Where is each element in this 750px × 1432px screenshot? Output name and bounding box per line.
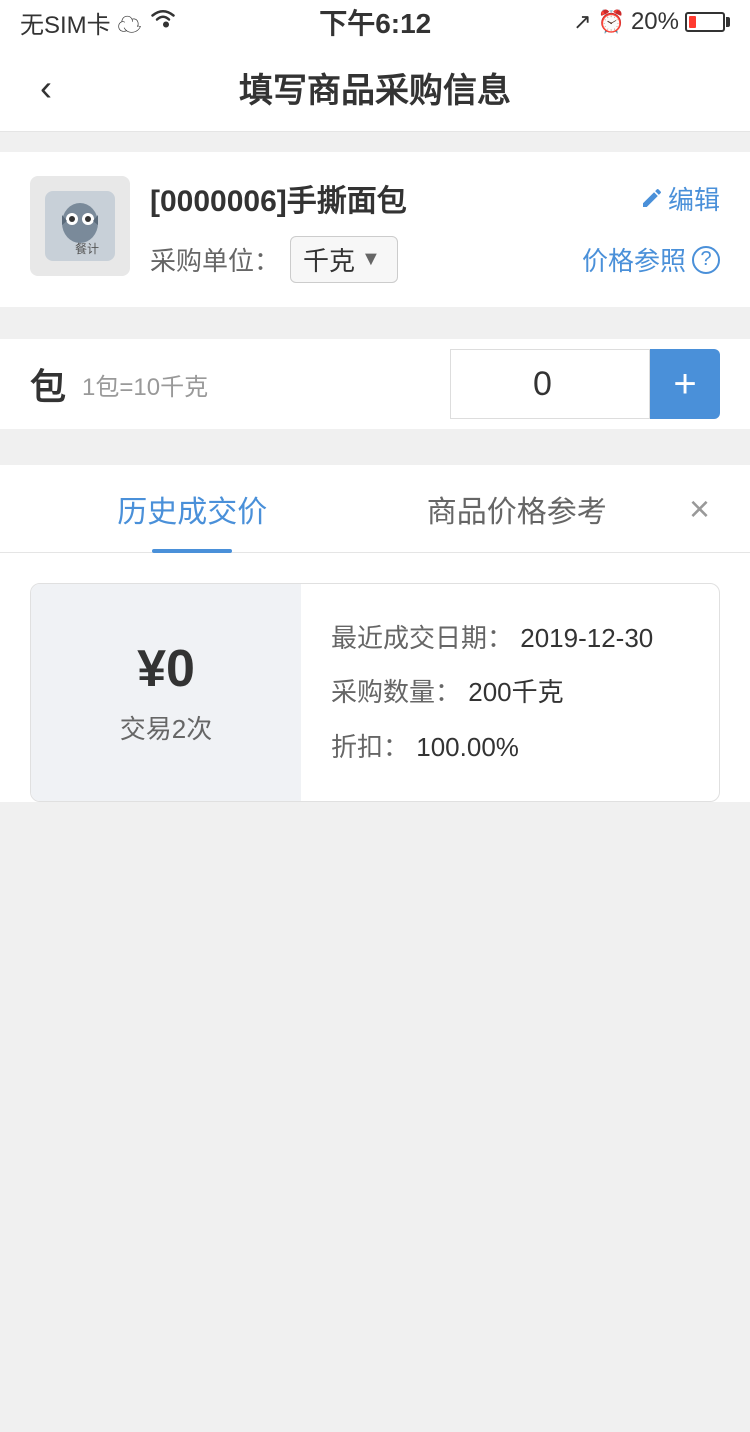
help-circle-icon: ? — [692, 246, 720, 274]
bottom-space — [0, 832, 750, 1432]
status-left: 无SIM卡 ☁ — [20, 5, 177, 40]
purchase-unit-row: 采购单位： 千克 ▼ 价格参照 ? — [150, 236, 720, 283]
section-divider — [0, 307, 750, 323]
transaction-count: 交易2次 — [120, 709, 212, 746]
tabs-section: 历史成交价 商品价格参考 × ¥0 交易2次 最近成交日期： 2019-12-3… — [0, 465, 750, 802]
battery-percent: 20% — [631, 8, 679, 36]
recent-date-label: 最近成交日期： — [331, 623, 513, 653]
unit-big-label: 包 — [30, 358, 66, 410]
discount-label: 折扣： — [331, 732, 409, 762]
discount-row: 折扣： 100.00% — [331, 729, 689, 765]
discount-value: 100.00% — [416, 732, 519, 762]
price-reference-button[interactable]: 价格参照 ? — [582, 241, 720, 278]
status-bar: 无SIM卡 ☁ 下午6:12 ↗ ⏰ 20% — [0, 0, 750, 44]
transaction-left-panel: ¥0 交易2次 — [31, 584, 301, 801]
quantity-input-group[interactable]: + — [450, 349, 720, 419]
time-display: 下午6:12 — [319, 2, 431, 42]
section-divider-2 — [0, 429, 750, 445]
quantity-plus-button[interactable]: + — [650, 349, 720, 419]
product-name: [0000006]手撕面包 — [150, 176, 407, 220]
unit-dropdown[interactable]: 千克 ▼ — [290, 236, 398, 283]
edit-icon — [640, 186, 664, 210]
quantity-section: 包 1包=10千克 + — [0, 339, 750, 429]
edit-button[interactable]: 编辑 — [640, 180, 720, 217]
tab-history-price[interactable]: 历史成交价 — [30, 465, 354, 553]
tabs-header: 历史成交价 商品价格参考 × — [0, 465, 750, 553]
battery-icon — [685, 12, 730, 32]
product-card: 餐计 [0000006]手撕面包 编辑 采购单位： 千克 — [0, 152, 750, 307]
unit-selector-group: 采购单位： 千克 ▼ — [150, 236, 398, 283]
carrier-label: 无SIM卡 ☁ — [20, 5, 141, 40]
quantity-label-group: 包 1包=10千克 — [30, 358, 208, 410]
purchase-unit-label: 采购单位： — [150, 241, 280, 278]
purchase-qty-label: 采购数量： — [331, 677, 461, 707]
purchase-qty-value: 200千克 — [468, 677, 563, 707]
transaction-price: ¥0 — [137, 639, 195, 699]
product-info: [0000006]手撕面包 编辑 采购单位： 千克 ▼ — [150, 176, 720, 283]
purchase-qty-row: 采购数量： 200千克 — [331, 674, 689, 710]
tab-close-button[interactable]: × — [679, 478, 720, 540]
tab-product-price-ref[interactable]: 商品价格参考 — [354, 465, 678, 553]
location-icon: ↗ — [573, 9, 591, 35]
unit-sub-label: 1包=10千克 — [82, 367, 208, 402]
product-title-row: [0000006]手撕面包 编辑 — [150, 176, 720, 220]
product-logo-icon: 餐计 — [45, 191, 115, 261]
transaction-card: ¥0 交易2次 最近成交日期： 2019-12-30 采购数量： 200千克 折… — [30, 583, 720, 802]
wifi-icon — [149, 8, 177, 37]
dropdown-arrow-icon: ▼ — [361, 248, 381, 271]
page-title: 填写商品采购信息 — [239, 63, 511, 112]
product-header: 餐计 [0000006]手撕面包 编辑 采购单位： 千克 — [30, 176, 720, 283]
recent-date-row: 最近成交日期： 2019-12-30 — [331, 620, 689, 656]
alarm-icon: ⏰ — [598, 9, 625, 35]
quantity-input[interactable] — [450, 349, 650, 419]
product-thumbnail: 餐计 — [30, 176, 130, 276]
status-right: ↗ ⏰ 20% — [573, 8, 730, 36]
transaction-right-panel: 最近成交日期： 2019-12-30 采购数量： 200千克 折扣： 100.0… — [301, 584, 719, 801]
back-button[interactable]: ‹ — [30, 57, 62, 119]
recent-date-value: 2019-12-30 — [520, 623, 653, 653]
svg-text:餐计: 餐计 — [75, 241, 99, 256]
nav-bar: ‹ 填写商品采购信息 — [0, 44, 750, 132]
tab-active-indicator — [152, 549, 232, 553]
